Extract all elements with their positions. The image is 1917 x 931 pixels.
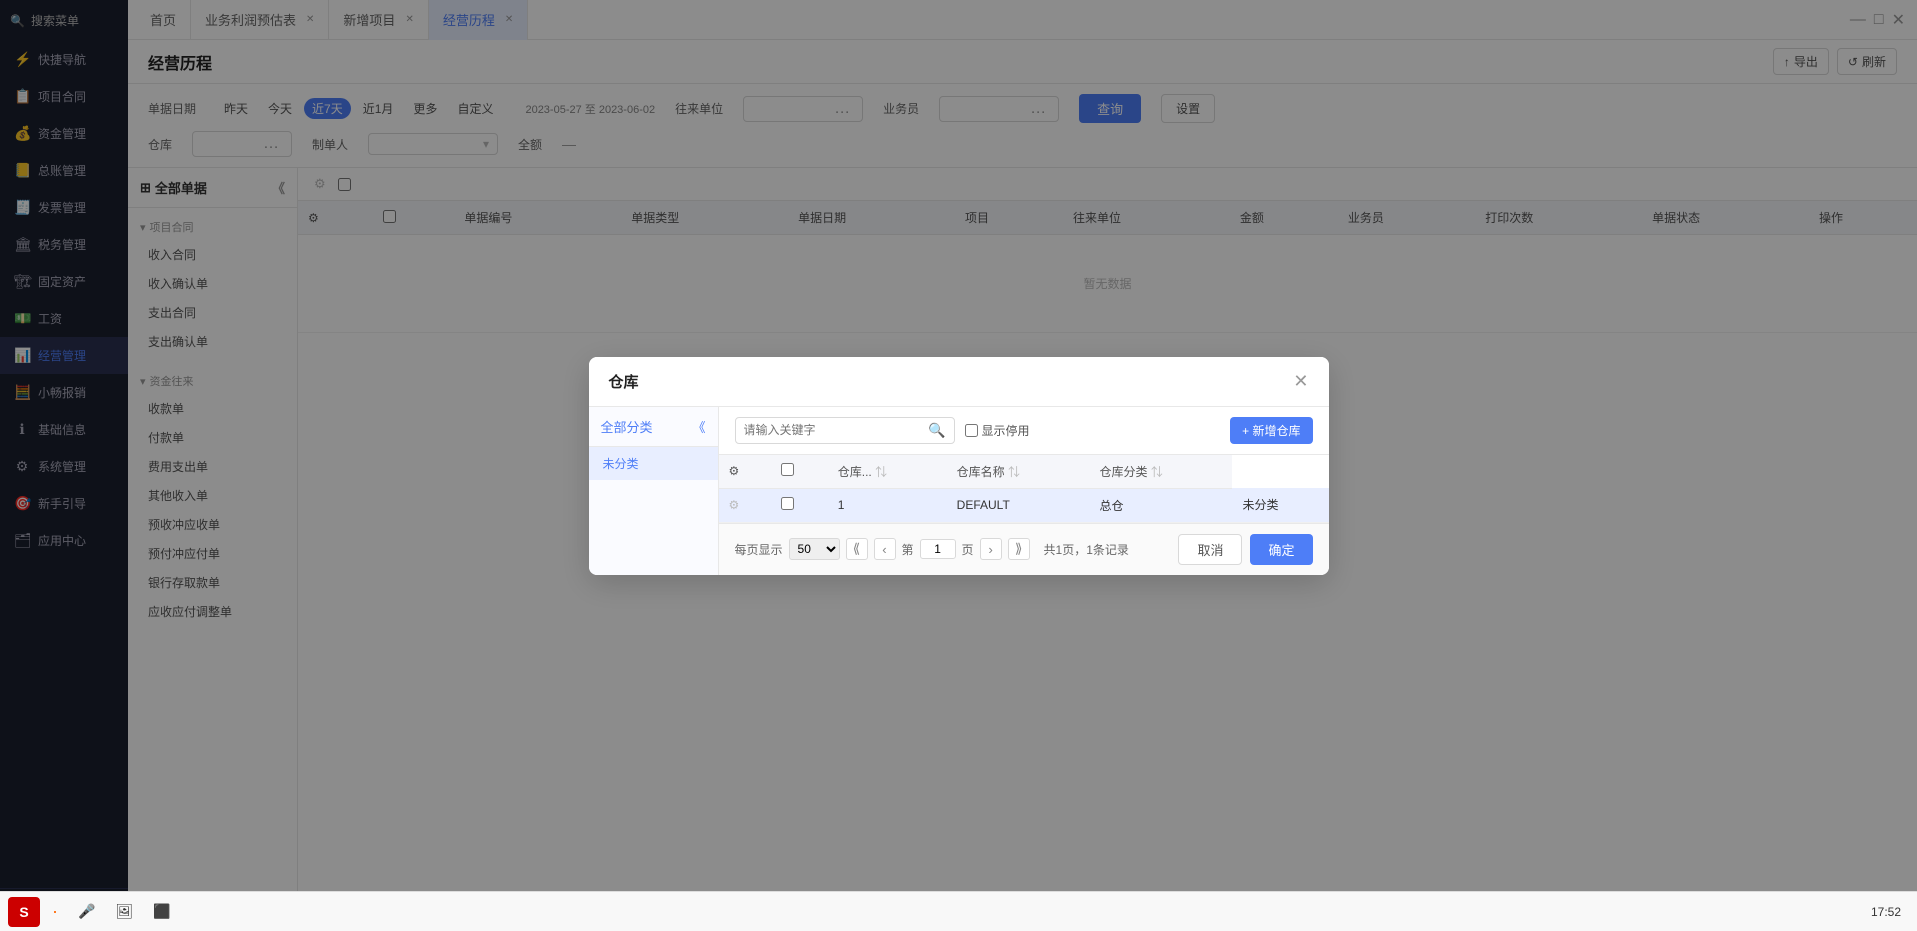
modal-last-page-btn[interactable]: ⟫: [1008, 538, 1030, 560]
modal-col-category: 仓库分类 ⇅: [1090, 455, 1233, 489]
modal-toolbar: 🔍 显示停用 + 新增仓库: [719, 407, 1329, 455]
modal-prev-page-btn[interactable]: ‹: [874, 538, 896, 560]
col-sort-cat-icon[interactable]: ⇅: [1151, 465, 1163, 479]
modal-content-area: 🔍 显示停用 + 新增仓库 ⚙ 仓库... ⇅仓库名称 ⇅仓库分类 ⇅: [719, 407, 1329, 575]
modal-cat-header: 全部分类 《: [589, 407, 718, 447]
modal-per-page-select[interactable]: 50 100: [789, 538, 840, 560]
warehouse-modal: 仓库 ✕ 全部分类 《 未分类 🔍: [589, 357, 1329, 575]
modal-next-page-btn[interactable]: ›: [980, 538, 1002, 560]
col-sort-name-icon[interactable]: ⇅: [1008, 465, 1020, 479]
modal-body: 全部分类 《 未分类 🔍 显示停用: [589, 407, 1329, 575]
taskbar: S · 🎤 🖼 ⬛ 17:52: [0, 891, 1917, 931]
modal-header: 仓库 ✕: [589, 357, 1329, 407]
modal-per-page-label: 每页显示: [735, 541, 783, 558]
modal-table-wrapper: ⚙ 仓库... ⇅仓库名称 ⇅仓库分类 ⇅ ⚙ 1 DEFAULT 总仓 未分类: [719, 455, 1329, 523]
taskbar-app-mic[interactable]: 🎤: [70, 897, 103, 927]
show-disabled-checkbox[interactable]: [965, 424, 978, 437]
modal-search-icon: 🔍: [928, 422, 945, 439]
modal-cancel-button[interactable]: 取消: [1178, 534, 1242, 565]
modal-col-checkbox[interactable]: [771, 455, 828, 489]
modal-close-icon[interactable]: ✕: [1293, 371, 1308, 392]
modal-row-code: DEFAULT: [947, 488, 1090, 522]
modal-pagination: 每页显示 50 100 ⟪ ‹ 第 页 › ⟫ 共1页，1条记录: [735, 538, 1179, 560]
taskbar-app-dot[interactable]: ·: [44, 897, 66, 927]
modal-row-settings[interactable]: ⚙: [719, 488, 772, 522]
modal-page-suffix: 页: [962, 541, 974, 558]
modal-categories-panel: 全部分类 《 未分类: [589, 407, 719, 575]
modal-page-label: 第: [902, 541, 914, 558]
taskbar-time: 17:52: [1863, 905, 1909, 919]
modal-row-category: 未分类: [1232, 488, 1328, 522]
taskbar-app-filter[interactable]: ⬛: [145, 897, 178, 927]
modal-first-page-btn[interactable]: ⟪: [846, 538, 868, 560]
modal-row-name: 总仓: [1090, 488, 1233, 522]
taskbar-app-img[interactable]: 🖼: [107, 897, 141, 927]
modal-page-input[interactable]: [920, 539, 956, 559]
add-warehouse-button[interactable]: + 新增仓库: [1230, 417, 1312, 444]
modal-row-checkbox[interactable]: [771, 488, 828, 522]
modal-overlay[interactable]: 仓库 ✕ 全部分类 《 未分类 🔍: [0, 0, 1917, 931]
taskbar-app-s[interactable]: S: [8, 897, 40, 927]
modal-search-input[interactable]: [744, 423, 925, 437]
modal-header-checkbox[interactable]: [781, 463, 794, 476]
modal-cat-all-label: 全部分类: [601, 417, 653, 436]
modal-table-row[interactable]: ⚙ 1 DEFAULT 总仓 未分类: [719, 488, 1329, 522]
modal-col-code: 仓库... ⇅: [828, 455, 947, 489]
modal-cat-item-uncategorized[interactable]: 未分类: [589, 447, 718, 480]
col-sort-icon[interactable]: ⇅: [875, 465, 887, 479]
show-disabled-label[interactable]: 显示停用: [965, 422, 1030, 439]
modal-confirm-button[interactable]: 确定: [1250, 534, 1312, 565]
modal-search-box[interactable]: 🔍: [735, 417, 955, 444]
modal-actions: 取消 确定: [1178, 534, 1312, 565]
modal-col-name: 仓库名称 ⇅: [947, 455, 1090, 489]
modal-title: 仓库: [609, 371, 639, 392]
modal-table: ⚙ 仓库... ⇅仓库名称 ⇅仓库分类 ⇅ ⚙ 1 DEFAULT 总仓 未分类: [719, 455, 1329, 523]
modal-footer: 每页显示 50 100 ⟪ ‹ 第 页 › ⟫ 共1页，1条记录: [719, 523, 1329, 575]
modal-row-num: 1: [828, 488, 947, 522]
modal-col-settings: ⚙: [719, 455, 772, 489]
modal-total-text: 共1页，1条记录: [1044, 541, 1129, 558]
modal-cat-collapse-icon[interactable]: 《: [692, 417, 705, 436]
